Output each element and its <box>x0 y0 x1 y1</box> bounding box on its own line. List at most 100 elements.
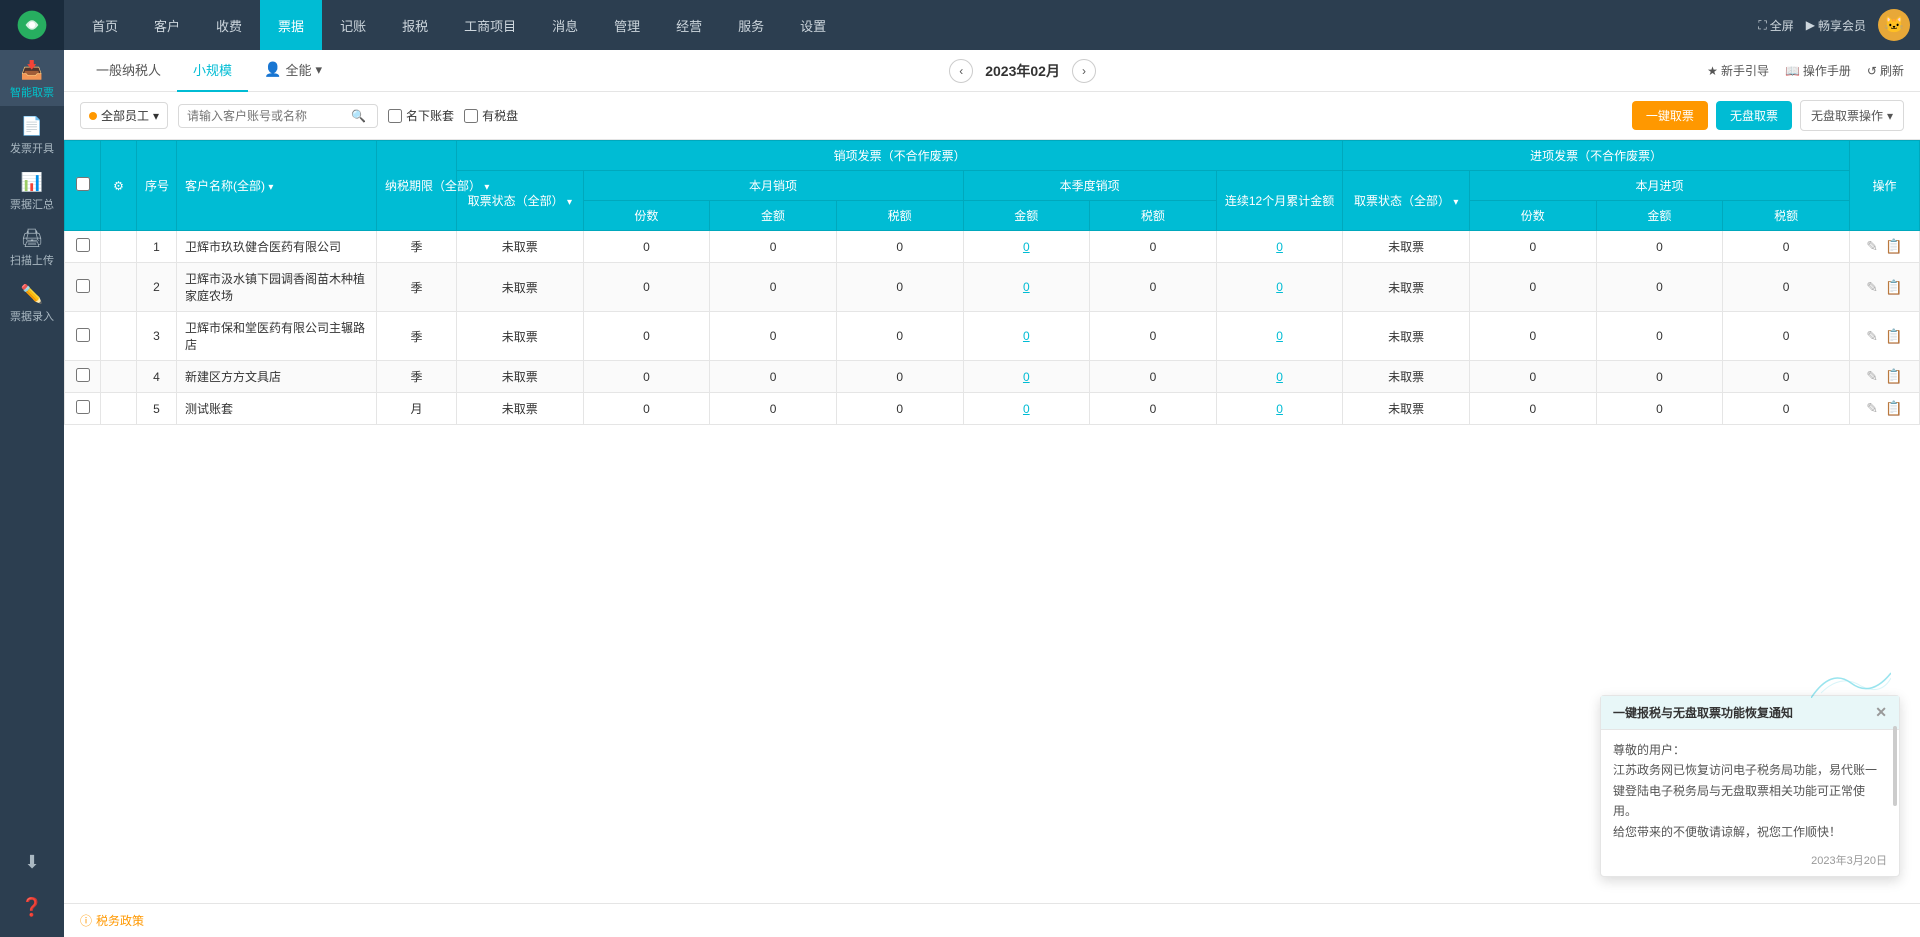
app-logo[interactable] <box>0 0 64 50</box>
row-period-2: 季 <box>377 312 457 361</box>
row-name-2: 卫辉市保和堂医药有限公司主辗路店 <box>177 312 377 361</box>
row-checkbox-2[interactable] <box>76 328 90 342</box>
nav-message[interactable]: 消息 <box>534 0 596 50</box>
nav-customer[interactable]: 客户 <box>136 0 198 50</box>
manual-btn[interactable]: 📖 操作手册 <box>1785 62 1851 79</box>
manual-label: 操作手册 <box>1803 62 1851 79</box>
no-disk-ops-label: 无盘取票操作 <box>1811 107 1883 124</box>
th-p-monthly-count: 份数 <box>1470 201 1597 231</box>
th-sales-quarterly: 本季度销项 <box>963 171 1216 201</box>
guide-icon: ★ <box>1707 64 1718 78</box>
nav-bookkeeping[interactable]: 记账 <box>322 0 384 50</box>
sidebar-item-scan-upload[interactable]: 🖨 扫描上传 <box>0 218 64 274</box>
subaccount-filter[interactable]: 名下账套 <box>388 107 454 124</box>
new-guide-btn[interactable]: ★ 新手引导 <box>1707 62 1769 79</box>
row-sq-amount-4: 0 <box>963 393 1090 425</box>
row-s-amount-1: 0 <box>710 263 837 312</box>
row-s-amount-4: 0 <box>710 393 837 425</box>
filter-icon[interactable]: ▾ <box>268 182 273 193</box>
filter-icon[interactable]: ▾ <box>567 197 572 208</box>
avatar[interactable]: 🐱 <box>1878 9 1910 41</box>
nav-tax[interactable]: 报税 <box>384 0 446 50</box>
th-cumulative: 连续12个月累计金额 <box>1216 171 1343 231</box>
nav-home[interactable]: 首页 <box>74 0 136 50</box>
nav-operation[interactable]: 经营 <box>658 0 720 50</box>
settings-icon[interactable]: ⚙ <box>113 179 124 193</box>
refresh-label: 刷新 <box>1880 62 1904 79</box>
employee-label: 全部员工 <box>101 107 149 124</box>
edit-icon-4[interactable]: ✎ <box>1866 400 1878 416</box>
row-purchase-status-2: 未取票 <box>1343 312 1470 361</box>
scrollbar[interactable] <box>1893 726 1897 806</box>
detail-icon-4[interactable]: 📋 <box>1885 400 1902 416</box>
row-action-4: ✎ 📋 <box>1850 393 1920 425</box>
nav-manage[interactable]: 管理 <box>596 0 658 50</box>
row-no-0: 1 <box>137 231 177 263</box>
row-no-3: 4 <box>137 361 177 393</box>
select-all-checkbox[interactable] <box>76 177 90 191</box>
row-checkbox-4[interactable] <box>76 400 90 414</box>
row-settings-4 <box>101 393 137 425</box>
row-checkbox-3[interactable] <box>76 368 90 382</box>
sidebar-download-btn[interactable]: ⬇ <box>0 842 64 882</box>
search-icon[interactable]: 🔍 <box>351 109 366 123</box>
table-row: 4 新建区方方文具店 季 未取票 0 0 0 0 0 0 未取票 0 0 0 ✎… <box>65 361 1920 393</box>
subaccount-checkbox[interactable] <box>388 109 402 123</box>
no-disk-fetch-btn[interactable]: 无盘取票 <box>1716 101 1792 130</box>
period-prev-btn[interactable]: ‹ <box>949 59 973 83</box>
edit-icon-1[interactable]: ✎ <box>1866 279 1878 295</box>
row-checkbox-1[interactable] <box>76 279 90 293</box>
no-disk-ops-btn[interactable]: 无盘取票操作 ▾ <box>1800 100 1904 131</box>
row-cumulative-3: 0 <box>1216 361 1343 393</box>
nav-items: 首页 客户 收费 票据 记账 报税 工商项目 消息 管理 经营 服务 设置 <box>74 0 1758 50</box>
nav-collection[interactable]: 收费 <box>198 0 260 50</box>
sidebar-item-smart-fetch[interactable]: 📥 智能取票 <box>0 50 64 106</box>
edit-icon-2[interactable]: ✎ <box>1866 328 1878 344</box>
row-sales-status-1: 未取票 <box>457 263 584 312</box>
filterbar-right: 一键取票 无盘取票 无盘取票操作 ▾ <box>1632 100 1904 131</box>
detail-icon-3[interactable]: 📋 <box>1885 368 1902 384</box>
period-next-btn[interactable]: › <box>1072 59 1096 83</box>
fullscreen-btn[interactable]: ⛶ 全屏 <box>1758 17 1793 34</box>
row-sq-tax-1: 0 <box>1090 263 1217 312</box>
row-check-0 <box>65 231 101 263</box>
taxdisk-filter[interactable]: 有税盘 <box>464 107 518 124</box>
row-settings-3 <box>101 361 137 393</box>
sidebar-help-btn[interactable]: ❓ <box>0 887 64 927</box>
filter-icon[interactable]: ▾ <box>1453 197 1458 208</box>
refresh-btn[interactable]: ↺ 刷新 <box>1867 62 1904 79</box>
search-input[interactable] <box>187 109 347 123</box>
row-name-4: 测试账套 <box>177 393 377 425</box>
table-row: 5 测试账套 月 未取票 0 0 0 0 0 0 未取票 0 0 0 ✎ 📋 <box>65 393 1920 425</box>
one-click-fetch-btn[interactable]: 一键取票 <box>1632 101 1708 130</box>
nav-business[interactable]: 工商项目 <box>446 0 534 50</box>
row-s-tax-1: 0 <box>836 263 963 312</box>
sidebar-item-invoice-summary[interactable]: 📊 票据汇总 <box>0 162 64 218</box>
nav-invoice[interactable]: 票据 <box>260 0 322 50</box>
member-btn[interactable]: ▶ 畅享会员 <box>1806 17 1866 34</box>
sidebar-item-invoice-open[interactable]: 📄 发票开具 <box>0 106 64 162</box>
row-s-tax-2: 0 <box>836 312 963 361</box>
taxdisk-checkbox[interactable] <box>464 109 478 123</box>
detail-icon-0[interactable]: 📋 <box>1885 238 1902 254</box>
edit-icon-0[interactable]: ✎ <box>1866 238 1878 254</box>
nav-settings[interactable]: 设置 <box>782 0 844 50</box>
footer-label[interactable]: 税务政策 <box>96 912 144 929</box>
nav-service[interactable]: 服务 <box>720 0 782 50</box>
edit-icon-3[interactable]: ✎ <box>1866 368 1878 384</box>
tab-small[interactable]: 小规模 <box>177 50 248 92</box>
notification-popup: 一键报税与无盘取票功能恢复通知 ✕ 尊敬的用户： 江苏政务网已恢复访问电子税务局… <box>1600 695 1900 877</box>
th-s-monthly-amount: 金额 <box>710 201 837 231</box>
notification-close-btn[interactable]: ✕ <box>1875 704 1887 721</box>
row-action-3: ✎ 📋 <box>1850 361 1920 393</box>
detail-icon-1[interactable]: 📋 <box>1885 279 1902 295</box>
notif-apology: 给您带来的不便敬请谅解，祝您工作顺快！ <box>1613 822 1887 842</box>
tab-general-label: 一般纳税人 <box>96 60 161 79</box>
sidebar-item-data-entry[interactable]: ✏️ 票据录入 <box>0 274 64 330</box>
chevron-down-icon: ▾ <box>153 109 159 123</box>
row-checkbox-0[interactable] <box>76 238 90 252</box>
tab-all[interactable]: 👤 全能 ▾ <box>248 50 338 92</box>
employee-select[interactable]: 全部员工 ▾ <box>80 102 168 129</box>
detail-icon-2[interactable]: 📋 <box>1885 328 1902 344</box>
tab-general[interactable]: 一般纳税人 <box>80 50 177 92</box>
